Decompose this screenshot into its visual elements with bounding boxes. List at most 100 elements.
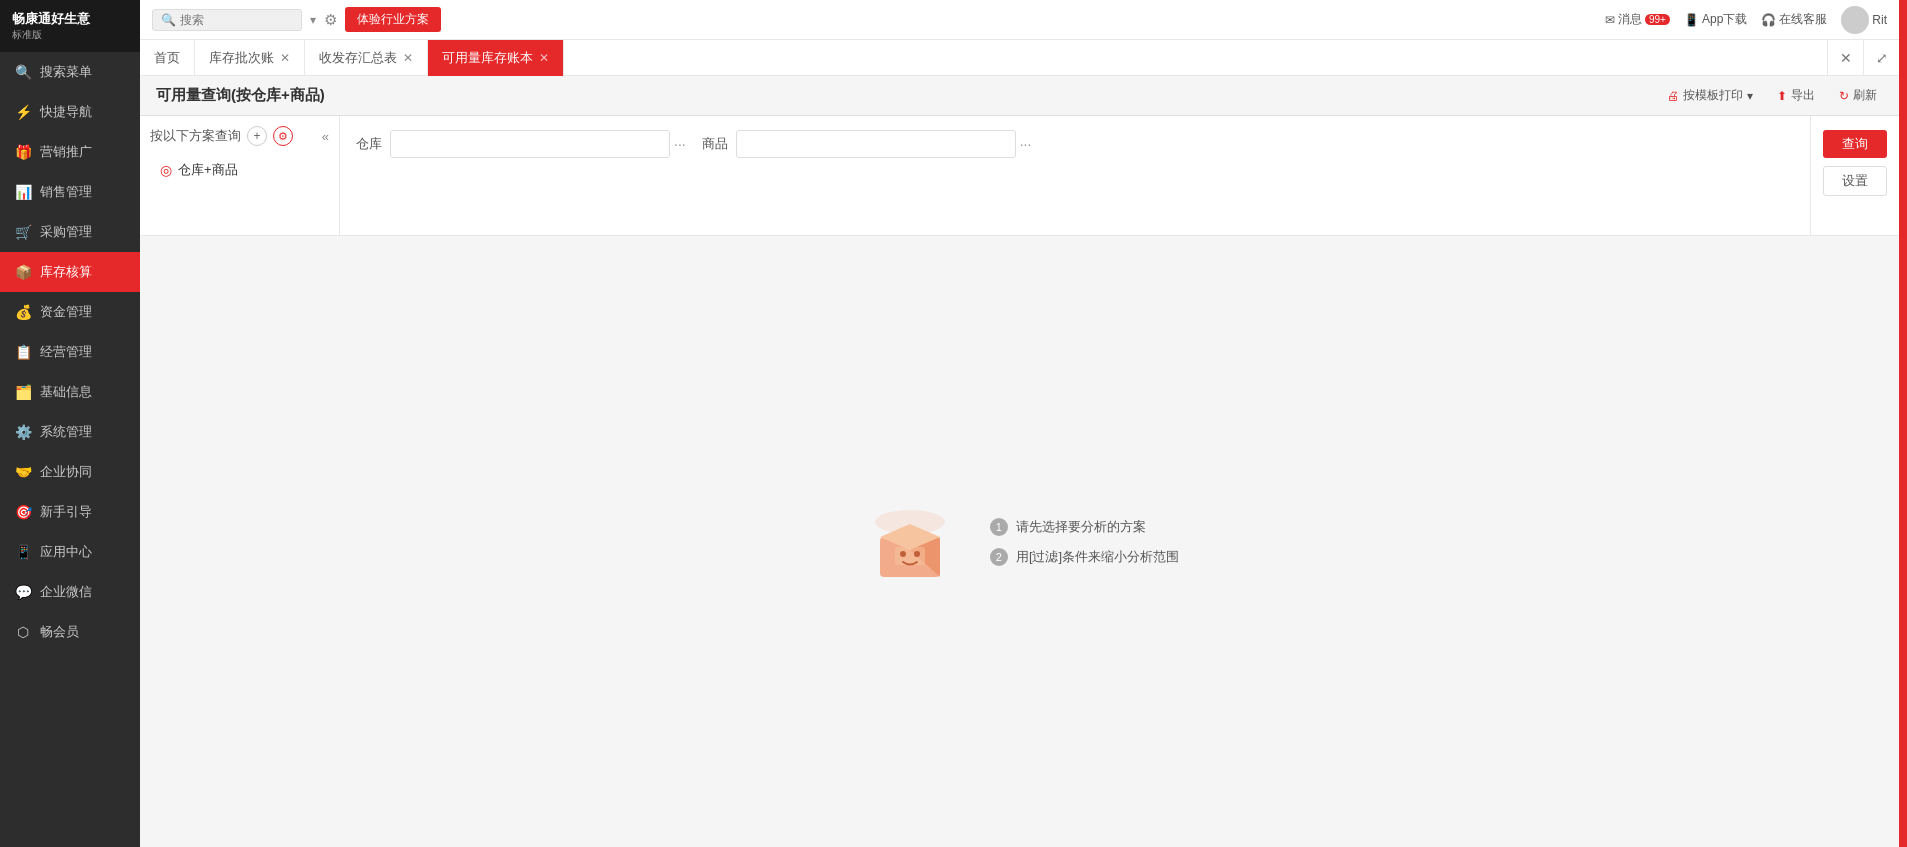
sidebar-item-system[interactable]: ⚙️系统管理 xyxy=(0,412,140,452)
customer-service-button[interactable]: 🎧 在线客服 xyxy=(1761,11,1827,28)
field-more-warehouse[interactable]: ··· xyxy=(674,136,686,152)
svg-rect-2 xyxy=(895,547,925,565)
sidebar-item-member[interactable]: ⬡畅会员 xyxy=(0,612,140,652)
tab-label-home: 首页 xyxy=(154,49,180,67)
tab-batch[interactable]: 库存批次账 ✕ xyxy=(195,40,305,76)
page-title: 可用量查询(按仓库+商品) xyxy=(156,86,325,105)
empty-illustration: ? xyxy=(860,492,960,592)
tab-label-batch: 库存批次账 xyxy=(209,49,274,67)
marketing-icon: 🎁 xyxy=(14,144,32,160)
scheme-item-icon: ◎ xyxy=(160,162,172,178)
query-fields: 仓库 ··· 商品 ··· xyxy=(340,116,1810,235)
tip-text: 请先选择要分析的方案 xyxy=(1016,518,1146,536)
close-tab-button[interactable]: ✕ xyxy=(1827,40,1863,76)
field-input-warehouse[interactable] xyxy=(390,130,670,158)
scheme-settings-button[interactable]: ⚙ xyxy=(273,126,293,146)
wechat-icon: 💬 xyxy=(14,584,32,600)
message-icon: ✉ xyxy=(1605,13,1615,27)
main-content: 🔍 ▾ ⚙ 体验行业方案 ✉ 消息 99+ 📱 App下载 🎧 在线客服 Rit xyxy=(140,0,1899,847)
empty-tip-item: 1 请先选择要分析的方案 xyxy=(990,518,1179,536)
tab-close-availablestock[interactable]: ✕ xyxy=(539,51,549,65)
sidebar-item-label-inventory: 库存核算 xyxy=(40,263,92,281)
empty-tip-item: 2 用[过滤]条件来缩小分析范围 xyxy=(990,548,1179,566)
tip-number: 1 xyxy=(990,518,1008,536)
field-input-goods[interactable] xyxy=(736,130,1016,158)
query-button[interactable]: 查询 xyxy=(1823,130,1887,158)
sidebar-item-label-purchase: 采购管理 xyxy=(40,223,92,241)
sidebar-item-label-system: 系统管理 xyxy=(40,423,92,441)
field-more-goods[interactable]: ··· xyxy=(1020,136,1032,152)
svg-text:?: ? xyxy=(908,523,917,539)
tab-close-batch[interactable]: ✕ xyxy=(280,51,290,65)
tip-number: 2 xyxy=(990,548,1008,566)
search-chevron-icon[interactable]: ▾ xyxy=(310,13,316,27)
finance-icon: 💰 xyxy=(14,304,32,320)
print-button[interactable]: 🖨 按模板打印 ▾ xyxy=(1661,84,1759,107)
industry-solution-button[interactable]: 体验行业方案 xyxy=(345,7,441,32)
tab-home[interactable]: 首页 xyxy=(140,40,195,76)
sidebar-item-inventory[interactable]: 📦 库存核算 xyxy=(0,252,140,292)
app-download-button[interactable]: 📱 App下载 xyxy=(1684,11,1747,28)
user-name: Rit xyxy=(1872,13,1887,27)
sidebar-item-label-basic: 基础信息 xyxy=(40,383,92,401)
appstore-icon: 📱 xyxy=(14,544,32,560)
page-header: 可用量查询(按仓库+商品) 🖨 按模板打印 ▾ ⬆ 导出 ↻ 刷新 xyxy=(140,76,1899,116)
tab-label-stocksummary: 收发存汇总表 xyxy=(319,49,397,67)
sidebar-item-coop[interactable]: 🤝企业协同 xyxy=(0,452,140,492)
topbar-gear-icon[interactable]: ⚙ xyxy=(324,11,337,29)
query-section-label: 按以下方案查询 xyxy=(150,127,241,145)
field-label-goods: 商品 xyxy=(702,135,728,153)
member-icon: ⬡ xyxy=(14,624,32,640)
avatar xyxy=(1841,6,1869,34)
collapse-panel-button[interactable]: « xyxy=(322,129,329,144)
topbar-search-box[interactable]: 🔍 xyxy=(152,9,302,31)
page-actions: 🖨 按模板打印 ▾ ⬆ 导出 ↻ 刷新 xyxy=(1661,84,1883,107)
settings-button[interactable]: 设置 xyxy=(1823,166,1887,196)
scheme-item[interactable]: ◎ 仓库+商品 xyxy=(140,154,339,186)
sidebar-nav: 🔍搜索菜单⚡快捷导航🎁营销推广📊销售管理🛒采购管理 📦 库存核算 💰资金管理📋经营管理… xyxy=(0,52,140,847)
export-button[interactable]: ⬆ 导出 xyxy=(1771,84,1821,107)
sidebar-item-purchase[interactable]: 🛒采购管理 xyxy=(0,212,140,252)
refresh-button[interactable]: ↻ 刷新 xyxy=(1833,84,1883,107)
customer-service-label: 在线客服 xyxy=(1779,11,1827,28)
expand-button[interactable]: ⤢ xyxy=(1863,40,1899,76)
tabs-container: 首页 库存批次账 ✕ 收发存汇总表 ✕ 可用量库存账本 ✕ xyxy=(140,40,564,76)
sidebar-item-marketing[interactable]: 🎁营销推广 xyxy=(0,132,140,172)
sidebar-item-wechat[interactable]: 💬企业微信 xyxy=(0,572,140,612)
sidebar-item-basic[interactable]: 🗂️ 基础信息 xyxy=(0,372,140,412)
sidebar-item-operation[interactable]: 📋经营管理 xyxy=(0,332,140,372)
operation-icon: 📋 xyxy=(14,344,32,360)
sidebar-item-label-sales: 销售管理 xyxy=(40,183,92,201)
tab-close-stocksummary[interactable]: ✕ xyxy=(403,51,413,65)
inventory-icon: 📦 xyxy=(14,264,32,280)
tab-label-availablestock: 可用量库存账本 xyxy=(442,49,533,67)
export-icon: ⬆ xyxy=(1777,89,1787,103)
sidebar-item-shortcut[interactable]: ⚡快捷导航 xyxy=(0,92,140,132)
topbar: 🔍 ▾ ⚙ 体验行业方案 ✉ 消息 99+ 📱 App下载 🎧 在线客服 Rit xyxy=(140,0,1899,40)
add-scheme-button[interactable]: + xyxy=(247,126,267,146)
app-download-icon: 📱 xyxy=(1684,13,1699,27)
basic-icon: 🗂️ xyxy=(14,384,32,400)
messages-button[interactable]: ✉ 消息 99+ xyxy=(1605,11,1670,28)
sidebar-item-finance[interactable]: 💰资金管理 xyxy=(0,292,140,332)
sidebar-item-label-shortcut: 快捷导航 xyxy=(40,103,92,121)
user-profile[interactable]: Rit xyxy=(1841,6,1887,34)
tab-availablestock[interactable]: 可用量库存账本 ✕ xyxy=(428,40,564,76)
app-subtitle: 标准版 xyxy=(12,28,128,42)
tip-text: 用[过滤]条件来缩小分析范围 xyxy=(1016,548,1179,566)
sidebar-item-search[interactable]: 🔍搜索菜单 xyxy=(0,52,140,92)
search-input[interactable] xyxy=(180,13,280,27)
sidebar-item-label-search: 搜索菜单 xyxy=(40,63,92,81)
sidebar-item-newbie[interactable]: 🎯新手引导 xyxy=(0,492,140,532)
tab-stocksummary[interactable]: 收发存汇总表 ✕ xyxy=(305,40,428,76)
content-area: 可用量查询(按仓库+商品) 🖨 按模板打印 ▾ ⬆ 导出 ↻ 刷新 xyxy=(140,76,1899,847)
export-label: 导出 xyxy=(1791,87,1815,104)
customer-service-icon: 🎧 xyxy=(1761,13,1776,27)
sidebar-item-label-coop: 企业协同 xyxy=(40,463,92,481)
refresh-label: 刷新 xyxy=(1853,87,1877,104)
sidebar-item-appstore[interactable]: 📱应用中心 xyxy=(0,532,140,572)
sidebar-logo: 畅康通好生意 标准版 xyxy=(0,0,140,52)
sidebar-item-sales[interactable]: 📊销售管理 xyxy=(0,172,140,212)
query-area: 按以下方案查询 + ⚙ « ◎ 仓库+商品 仓库 ··· 商品 ··· 查询 xyxy=(140,116,1899,236)
svg-point-3 xyxy=(900,551,906,557)
